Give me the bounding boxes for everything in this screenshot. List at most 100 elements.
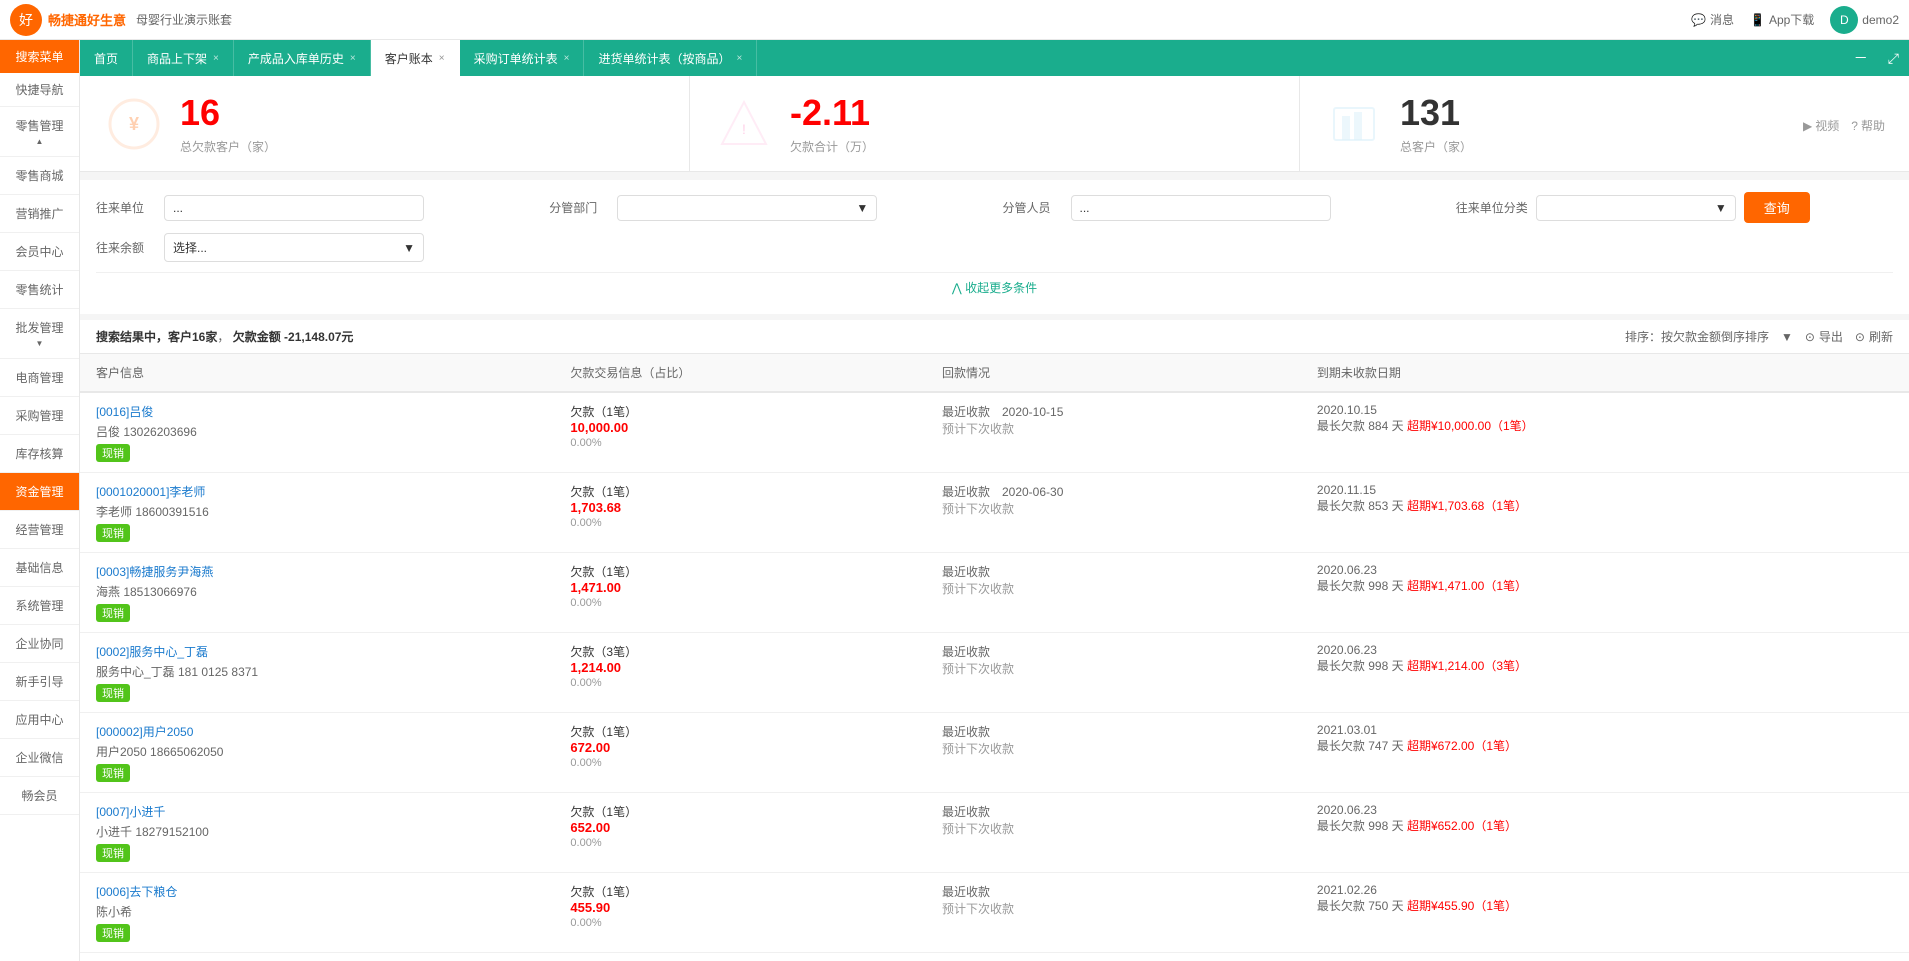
result-info: 搜索结果中，客户16家， 欠款金额 -21,148.07元 — [96, 328, 353, 345]
person-input[interactable]: ... — [1071, 195, 1331, 221]
export-btn[interactable]: ⊙ 导出 — [1805, 328, 1843, 345]
tab-customer-account[interactable]: 客户账本 × — [371, 40, 460, 76]
customer-name-link[interactable]: [000002]用户2050 — [96, 723, 538, 740]
sidebar-item-batch-mgmt[interactable]: 批发管理 ▼ — [0, 309, 79, 359]
customer-phone: 海燕 18513066976 — [96, 583, 538, 600]
due-date: 2020.11.15 — [1317, 483, 1893, 497]
tab-product-onoff[interactable]: 商品上下架 × — [133, 40, 234, 76]
sidebar-item-marketing[interactable]: 营销推广 — [0, 195, 79, 233]
tab-purchase-summary[interactable]: 采购订单统计表 × — [460, 40, 585, 76]
source-unit-input[interactable]: ... — [164, 195, 424, 221]
result-actions: 排序：按欠款金额倒序排序 ▼ ⊙ 导出 ⊙ 刷新 — [1625, 328, 1893, 345]
sidebar-item-purchase[interactable]: 采购管理 — [0, 397, 79, 435]
customer-tag: 现销 — [96, 604, 130, 622]
cell-payment-status: 最近收款 预计下次收款 — [926, 793, 1301, 873]
customer-name-link[interactable]: [0006]去下粮仓 — [96, 883, 538, 900]
due-date: 2020.10.15 — [1317, 403, 1893, 417]
table-row: [000001]黄思源 黄思源 13552700226 现销 欠款（1笔） 42… — [80, 953, 1909, 961]
sidebar-item-retail-store[interactable]: 零售商城 — [0, 157, 79, 195]
debt-pct: 0.00% — [570, 757, 910, 769]
tab-home[interactable]: 首页 — [80, 40, 133, 76]
stat-info-2: -2.11 欠款合计（万） — [790, 92, 874, 155]
close-icon[interactable]: × — [736, 53, 742, 64]
video-btn[interactable]: ▶ 视频 — [1803, 117, 1839, 134]
chevron-down-icon[interactable]: ▼ — [1781, 330, 1793, 344]
cell-payment-status: 最近收款 2020-06-30 预计下次收款 — [926, 473, 1301, 553]
dept-select[interactable]: ▼ — [617, 195, 877, 221]
overdue-link[interactable]: 超期¥1,703.68（1笔） — [1407, 499, 1527, 513]
sidebar-item-finance[interactable]: 资金管理 — [0, 473, 79, 511]
cell-customer-info: [0016]吕俊 吕俊 13026203696 现销 — [80, 392, 554, 473]
overdue-link[interactable]: 超期¥652.00（1笔） — [1407, 819, 1517, 833]
user-avatar[interactable]: D demo2 — [1830, 6, 1899, 34]
sidebar-item-enterprise[interactable]: 企业协同 — [0, 625, 79, 663]
sidebar-item-app-center[interactable]: 应用中心 — [0, 701, 79, 739]
sidebar-item-retail-stats[interactable]: 零售统计 — [0, 271, 79, 309]
overdue-link[interactable]: 超期¥10,000.00（1笔） — [1407, 419, 1534, 433]
overdue-link[interactable]: 超期¥455.90（1笔） — [1407, 899, 1517, 913]
sidebar-item-inventory[interactable]: 库存核算 — [0, 435, 79, 473]
table-row: [0016]吕俊 吕俊 13026203696 现销 欠款（1笔） 10,000… — [80, 392, 1909, 473]
sidebar-item-ecommerce[interactable]: 电商管理 — [0, 359, 79, 397]
export-label: 导出 — [1819, 328, 1843, 345]
sidebar-item-label: 库存核算 — [15, 445, 63, 462]
page-content: ¥ 16 总欠款客户（家） ! — [80, 76, 1909, 961]
stat-value-3: 131 — [1400, 92, 1472, 134]
sidebar-item-system[interactable]: 系统管理 — [0, 587, 79, 625]
sidebar-item-vip-member[interactable]: 畅会员 — [0, 777, 79, 815]
sidebar-item-retail-mgmt[interactable]: 零售管理 ▲ — [0, 107, 79, 157]
search-menu[interactable]: 搜索菜单 — [0, 40, 79, 73]
debt-amount: 1,471.00 — [570, 580, 910, 595]
app-download-btn[interactable]: 📱 App下载 — [1750, 11, 1814, 28]
top-bar-left: 好 畅捷通好生意 母婴行业演示账套 — [10, 4, 232, 36]
customer-name-link[interactable]: [0001020001]李老师 — [96, 483, 538, 500]
balance-select[interactable]: 选择... ▼ — [164, 233, 424, 262]
chevron-down-icon: ▼ — [403, 241, 415, 255]
overdue-link[interactable]: 超期¥672.00（1笔） — [1407, 739, 1517, 753]
close-icon[interactable]: × — [564, 53, 570, 64]
max-debt-days: 最长欠款 998 天 超期¥652.00（1笔） — [1317, 817, 1893, 834]
debt-pct: 0.00% — [570, 837, 910, 849]
cell-payment-status: 最近收款 2020-10-15 预计下次收款 — [926, 392, 1301, 473]
customer-name-link[interactable]: [0003]畅捷服务尹海燕 — [96, 563, 538, 580]
tab-maximize-btn[interactable]: ⤢ — [1878, 40, 1909, 76]
close-icon[interactable]: × — [350, 53, 356, 64]
sidebar-item-corp-wechat[interactable]: 企业微信 — [0, 739, 79, 777]
message-btn[interactable]: 💬 消息 — [1691, 11, 1734, 28]
next-payment-label: 预计下次收款 — [942, 420, 1285, 437]
close-icon[interactable]: × — [213, 53, 219, 64]
debt-amount: 652.00 — [570, 820, 910, 835]
quick-nav[interactable]: 快捷导航 — [0, 73, 79, 107]
search-button[interactable]: 查询 — [1744, 192, 1810, 223]
filter-row-2: 往来余额 选择... ▼ — [96, 233, 1893, 262]
content-area: 首页 商品上下架 × 产成品入库单历史 × 客户账本 × 采购订单统计表 × — [80, 40, 1909, 961]
tab-purchase-stats[interactable]: 进货单统计表（按商品） × — [584, 40, 757, 76]
stat-label-1: 总欠款客户（家） — [180, 138, 276, 155]
customer-name-link[interactable]: [0007]小进千 — [96, 803, 538, 820]
sidebar-item-label: 资金管理 — [15, 483, 63, 500]
top-bar-right: 💬 消息 📱 App下载 D demo2 — [1691, 6, 1899, 34]
max-debt-days: 最长欠款 750 天 超期¥455.90（1笔） — [1317, 897, 1893, 914]
max-debt-days: 最长欠款 998 天 超期¥1,214.00（3笔） — [1317, 657, 1893, 674]
overdue-link[interactable]: 超期¥1,471.00（1笔） — [1407, 579, 1527, 593]
sidebar-item-member[interactable]: 会员中心 — [0, 233, 79, 271]
customer-phone: 陈小希 — [96, 903, 538, 920]
help-btn[interactable]: ? 帮助 — [1851, 117, 1885, 134]
table-row: [0007]小进千 小进千 18279152100 现销 欠款（1笔） 652.… — [80, 793, 1909, 873]
balance-label: 往来余额 — [96, 239, 156, 256]
customer-name-link[interactable]: [0002]服务中心_丁磊 — [96, 643, 538, 660]
close-icon[interactable]: × — [439, 53, 445, 64]
customer-name-link[interactable]: [0016]吕俊 — [96, 403, 538, 420]
sidebar-item-operations[interactable]: 经营管理 — [0, 511, 79, 549]
refresh-btn[interactable]: ⊙ 刷新 — [1855, 328, 1893, 345]
filter-source-unit: 往来单位 ... — [96, 195, 533, 221]
sidebar-item-newbie[interactable]: 新手引导 — [0, 663, 79, 701]
overdue-link[interactable]: 超期¥1,214.00（3笔） — [1407, 659, 1527, 673]
sidebar-item-basic-info[interactable]: 基础信息 — [0, 549, 79, 587]
tab-product-history[interactable]: 产成品入库单历史 × — [234, 40, 371, 76]
stat-label-3: 总客户（家） — [1400, 138, 1472, 155]
collapse-bar[interactable]: ⋀ 收起更多条件 — [96, 272, 1893, 302]
unit-class-select[interactable]: ▼ — [1536, 195, 1736, 221]
tab-minimize-btn[interactable]: － — [1844, 40, 1878, 76]
customer-tag: 现销 — [96, 524, 130, 542]
